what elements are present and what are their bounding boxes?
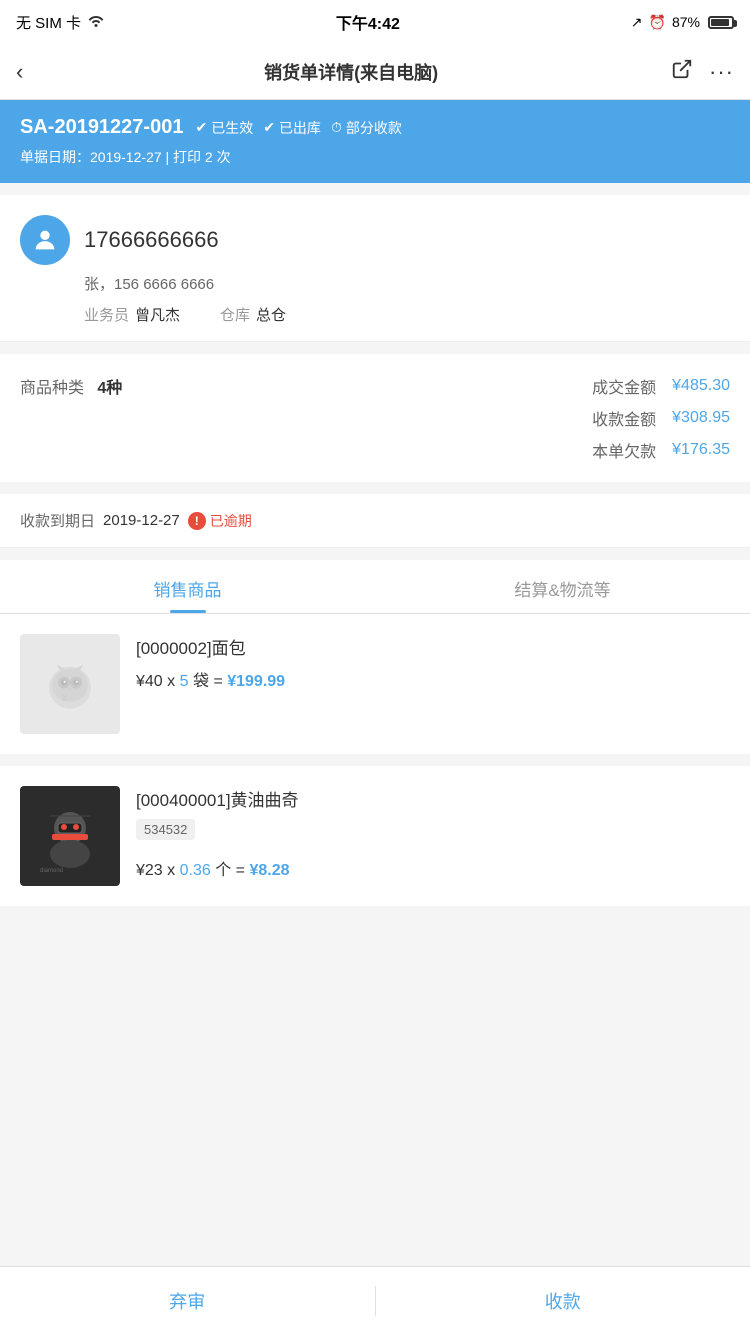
carrier-text: 无 SIM 卡 xyxy=(16,12,81,33)
product-total-2: ¥8.28 xyxy=(249,862,289,879)
status-bar: 无 SIM 卡 下午4:42 ↗ ⏰ 87% xyxy=(0,0,750,44)
alarm-icon: ⏰ xyxy=(649,14,666,31)
customer-section: 17666666666 张，156 6666 6666 业务员 曾凡杰 仓库 总… xyxy=(0,195,750,342)
product-item-1: 量+ [0000002]面包 ¥40 x 5 袋 = ¥199.99 xyxy=(0,614,750,754)
product-total-1: ¥199.99 xyxy=(227,673,285,690)
battery-icon xyxy=(708,16,734,29)
tabs-section: 销售商品 结算&物流等 xyxy=(0,560,750,614)
overdue-text: 已逾期 xyxy=(210,511,252,531)
nav-right-actions: ··· xyxy=(671,58,734,85)
location-icon: ↗ xyxy=(631,14,643,31)
overdue-icon: ! xyxy=(188,512,206,530)
product-details-1: [0000002]面包 ¥40 x 5 袋 = ¥199.99 xyxy=(136,634,730,691)
customer-name: 17666666666 xyxy=(84,227,219,253)
due-label: 收款到期日 xyxy=(20,510,95,531)
warehouse-item: 仓库 总仓 xyxy=(220,304,286,325)
check-icon-1: ✔ xyxy=(195,119,207,136)
order-meta: 单据日期：2019-12-27 | 打印 2 次 xyxy=(20,147,730,167)
confirm-button[interactable]: 收款 xyxy=(376,1267,750,1334)
overdue-badge: ! 已逾期 xyxy=(188,511,252,531)
product-price-row-2: ¥23 x 0.36 个 = ¥8.28 xyxy=(136,856,730,880)
product-thumb-2: diamond xyxy=(20,786,120,886)
salesperson-label: 业务员 xyxy=(84,304,129,325)
salesperson-value: 曾凡杰 xyxy=(135,304,180,325)
status-left: 无 SIM 卡 xyxy=(16,12,105,33)
owed-label: 本单欠款 xyxy=(592,438,656,462)
product-type-count: 4种 xyxy=(97,380,122,397)
amount-label: 成交金额 xyxy=(592,374,656,398)
svg-text:量+: 量+ xyxy=(61,694,73,703)
product-unit-2: 个 xyxy=(215,862,231,879)
tabs: 销售商品 结算&物流等 xyxy=(0,560,750,613)
page-title: 销货单详情(来自电脑) xyxy=(31,59,671,85)
summary-right: 成交金额 ¥485.30 收款金额 ¥308.95 本单欠款 ¥176.35 xyxy=(592,374,730,462)
export-icon[interactable] xyxy=(671,58,693,85)
due-section: 收款到期日 2019-12-27 ! 已逾期 xyxy=(0,494,750,548)
product-list: 量+ [0000002]面包 ¥40 x 5 袋 = ¥199.99 xyxy=(0,614,750,998)
check-icon-2: ✔ xyxy=(263,119,275,136)
product-price-row-1: ¥40 x 5 袋 = ¥199.99 xyxy=(136,667,730,691)
status-badge-shipped: ✔ 已出库 xyxy=(263,118,321,138)
status-right: ↗ ⏰ 87% xyxy=(631,14,734,31)
customer-info: 张，156 6666 6666 业务员 曾凡杰 仓库 总仓 xyxy=(20,273,730,325)
owed-row: 本单欠款 ¥176.35 xyxy=(592,438,730,462)
received-value: ¥308.95 xyxy=(672,409,730,427)
summary-section: 商品种类 4种 成交金额 ¥485.30 收款金额 ¥308.95 本单欠款 ¥… xyxy=(0,354,750,482)
product-name-1: [0000002]面包 xyxy=(136,634,730,659)
more-icon[interactable]: ··· xyxy=(709,59,734,85)
tab-settlement[interactable]: 结算&物流等 xyxy=(375,560,750,613)
product-price-1: ¥40 xyxy=(136,673,163,690)
amount-row: 成交金额 ¥485.30 xyxy=(592,374,730,398)
owed-value: ¥176.35 xyxy=(672,441,730,459)
warehouse-value: 总仓 xyxy=(256,304,286,325)
status-badge-active: ✔ 已生效 xyxy=(195,118,253,138)
product-type-label: 商品种类 xyxy=(20,380,84,397)
order-id-row: SA-20191227-001 ✔ 已生效 ✔ 已出库 ⏱ 部分收款 xyxy=(20,116,730,139)
nav-bar: ‹ 销货单详情(来自电脑) ··· xyxy=(0,44,750,100)
status-partial-label: 部分收款 xyxy=(346,118,402,138)
back-button[interactable]: ‹ xyxy=(8,51,31,93)
product-qty-1: 5 xyxy=(180,673,189,690)
wifi-icon xyxy=(87,13,105,31)
summary-left: 商品种类 4种 xyxy=(20,374,122,398)
status-active-label: 已生效 xyxy=(211,118,253,138)
status-badges: ✔ 已生效 ✔ 已出库 ⏱ 部分收款 xyxy=(195,118,401,138)
svg-text:diamond: diamond xyxy=(40,868,63,874)
product-name-2: [000400001]黄油曲奇 xyxy=(136,786,730,811)
product-details-2: [000400001]黄油曲奇 534532 ¥23 x 0.36 个 = ¥8… xyxy=(136,786,730,880)
cancel-button[interactable]: 弃审 xyxy=(0,1267,375,1334)
product-unit-1: 袋 xyxy=(193,673,209,690)
order-id: SA-20191227-001 xyxy=(20,116,183,139)
product-price-2: ¥23 xyxy=(136,862,163,879)
order-header: SA-20191227-001 ✔ 已生效 ✔ 已出库 ⏱ 部分收款 单据日期：… xyxy=(0,100,750,183)
warehouse-label: 仓库 xyxy=(220,304,250,325)
product-item-2: diamond [000400001]黄油曲奇 534532 ¥23 x 0.3… xyxy=(0,766,750,906)
customer-sub: 张，156 6666 6666 xyxy=(84,273,730,294)
product-thumb-1: 量+ xyxy=(20,634,120,734)
tab-products[interactable]: 销售商品 xyxy=(0,560,375,613)
due-date: 2019-12-27 xyxy=(103,512,180,529)
status-badge-partial: ⏱ 部分收款 xyxy=(331,118,402,138)
product-qty-2: 0.36 xyxy=(180,862,211,879)
product-tag-2: 534532 xyxy=(136,819,195,840)
customer-meta-row: 业务员 曾凡杰 仓库 总仓 xyxy=(84,304,730,325)
bottom-actions: 弃审 收款 xyxy=(0,1266,750,1334)
product-type-row: 商品种类 4种 xyxy=(20,374,122,398)
clock-icon: ⏱ xyxy=(331,119,342,136)
status-time: 下午4:42 xyxy=(336,10,400,34)
avatar xyxy=(20,215,70,265)
battery-text: 87% xyxy=(672,14,700,30)
salesperson-item: 业务员 曾凡杰 xyxy=(84,304,180,325)
customer-top: 17666666666 xyxy=(20,215,730,265)
amount-value: ¥485.30 xyxy=(672,377,730,395)
status-shipped-label: 已出库 xyxy=(279,118,321,138)
received-row: 收款金额 ¥308.95 xyxy=(592,406,730,430)
received-label: 收款金额 xyxy=(592,406,656,430)
